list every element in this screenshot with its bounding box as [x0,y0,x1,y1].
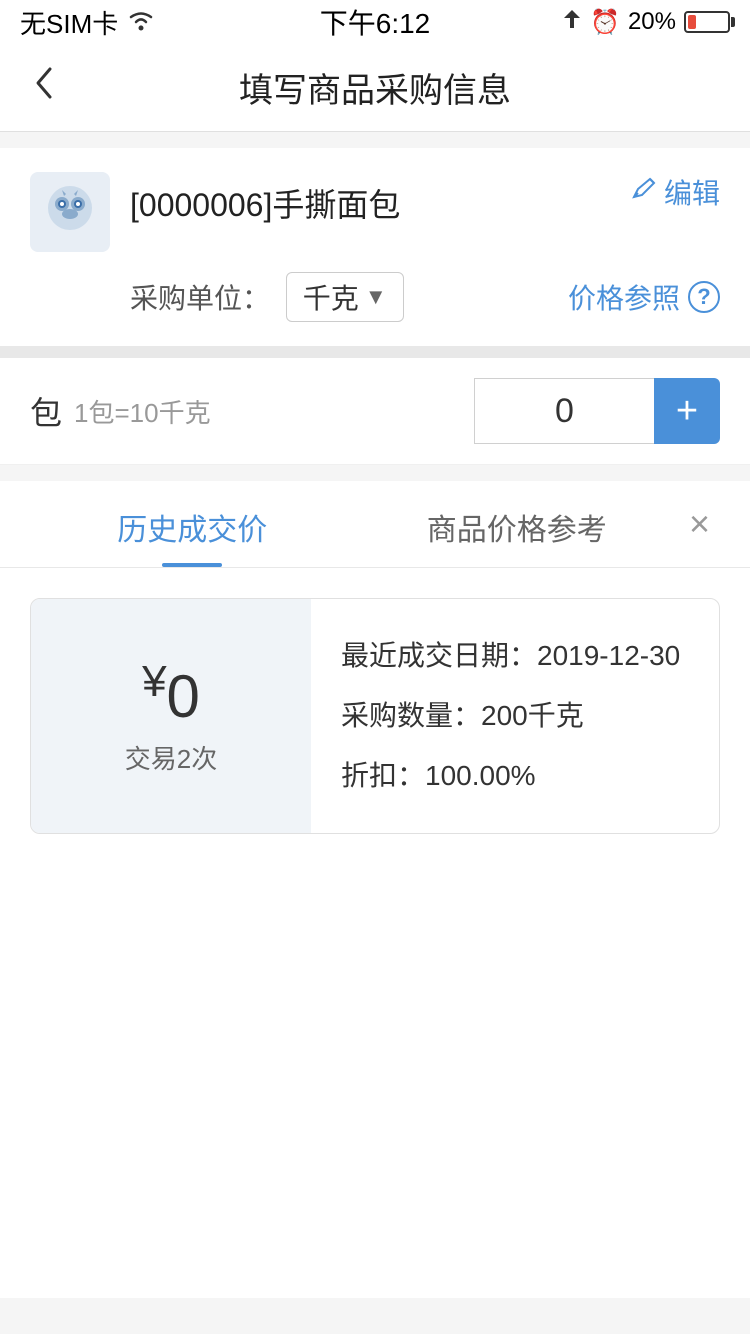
price-value: ¥0 [142,657,200,731]
page-title: 填写商品采购信息 [239,63,511,112]
detail-discount-row: 折扣：100.00% [341,755,689,797]
date-value: 2019-12-30 [537,640,680,671]
wifi-icon [126,7,156,38]
product-id: [0000006] [130,187,272,223]
back-icon [30,61,58,115]
help-icon: ? [688,281,720,313]
date-label: 最近成交日期： [341,640,537,671]
product-card: [0000006]手撕面包 编辑 采购单位： 千克 ▼ 价格参照 [0,148,750,346]
price-details: 最近成交日期：2019-12-30 采购数量：200千克 折扣：100.00% [311,599,719,833]
pkg-desc: 1包=10千克 [74,393,211,430]
price-ref-button[interactable]: 价格参照 ? [568,277,720,317]
product-title: 手撕面包 [272,187,400,223]
history-price-card: ¥0 交易2次 最近成交日期：2019-12-30 采购数量：200千克 折扣：… [30,598,720,834]
edit-label: 编辑 [664,172,720,212]
tabs-header: 历史成交价 商品价格参考 × [0,481,750,568]
quantity-row: 包 1包=10千克 0 + [0,358,750,465]
product-name: [0000006]手撕面包 [130,172,400,226]
qty-value: 200千克 [481,700,584,731]
location-icon [562,8,582,37]
unit-row: 采购单位： 千克 ▼ [130,272,404,322]
transaction-count: 交易2次 [125,739,217,776]
edit-icon [630,175,658,210]
pkg-label: 包 [30,388,62,434]
carrier-text: 无SIM卡 [20,4,118,41]
discount-label: 折扣： [341,760,425,791]
product-info: [0000006]手撕面包 [30,172,400,252]
price-summary: ¥0 交易2次 [31,599,311,833]
status-time: 下午6:12 [320,2,431,42]
detail-qty-row: 采购数量：200千克 [341,695,689,737]
unit-select[interactable]: 千克 ▼ [286,272,404,322]
status-left: 无SIM卡 [20,4,156,41]
alarm-icon: ⏰ [590,8,620,37]
tab-product-price-label: 商品价格参考 [427,514,607,547]
product-header: [0000006]手撕面包 编辑 [30,172,720,252]
qty-label: 采购数量： [341,700,481,731]
tab-content-area: ¥0 交易2次 最近成交日期：2019-12-30 采购数量：200千克 折扣：… [0,598,750,1298]
tab-product-price[interactable]: 商品价格参考 [354,481,678,567]
quantity-controls: 0 + [474,378,720,444]
product-thumbnail [30,172,110,252]
dropdown-icon: ▼ [365,284,387,310]
tabs-container: 历史成交价 商品价格参考 × ¥0 交易2次 最近成交日期：2019-12-30… [0,481,750,1298]
status-bar: 无SIM卡 下午6:12 ⏰ 20% [0,0,750,44]
unit-label: 采购单位： [130,283,270,314]
tab-history-price-label: 历史成交价 [117,514,267,547]
section-divider [0,346,750,358]
discount-value: 100.00% [425,760,536,791]
price-number: 0 [167,663,200,730]
quantity-input[interactable]: 0 [474,378,654,444]
status-right: ⏰ 20% [562,8,730,37]
tab-history-price[interactable]: 历史成交价 [30,481,354,567]
quantity-label-group: 包 1包=10千克 [30,388,211,434]
currency-symbol: ¥ [142,657,166,706]
edit-button[interactable]: 编辑 [630,172,720,212]
battery-pct: 20% [628,8,676,36]
quantity-plus-button[interactable]: + [654,378,720,444]
tabs-close-button[interactable]: × [679,503,720,545]
nav-bar: 填写商品采购信息 [0,44,750,132]
unit-value: 千克 [303,277,359,317]
price-ref-label: 价格参照 [568,277,680,317]
product-meta: 采购单位： 千克 ▼ 价格参照 ? [30,272,720,322]
product-logo-icon [42,180,98,245]
back-button[interactable] [30,61,58,115]
battery-icon [684,11,730,33]
detail-date-row: 最近成交日期：2019-12-30 [341,635,689,677]
